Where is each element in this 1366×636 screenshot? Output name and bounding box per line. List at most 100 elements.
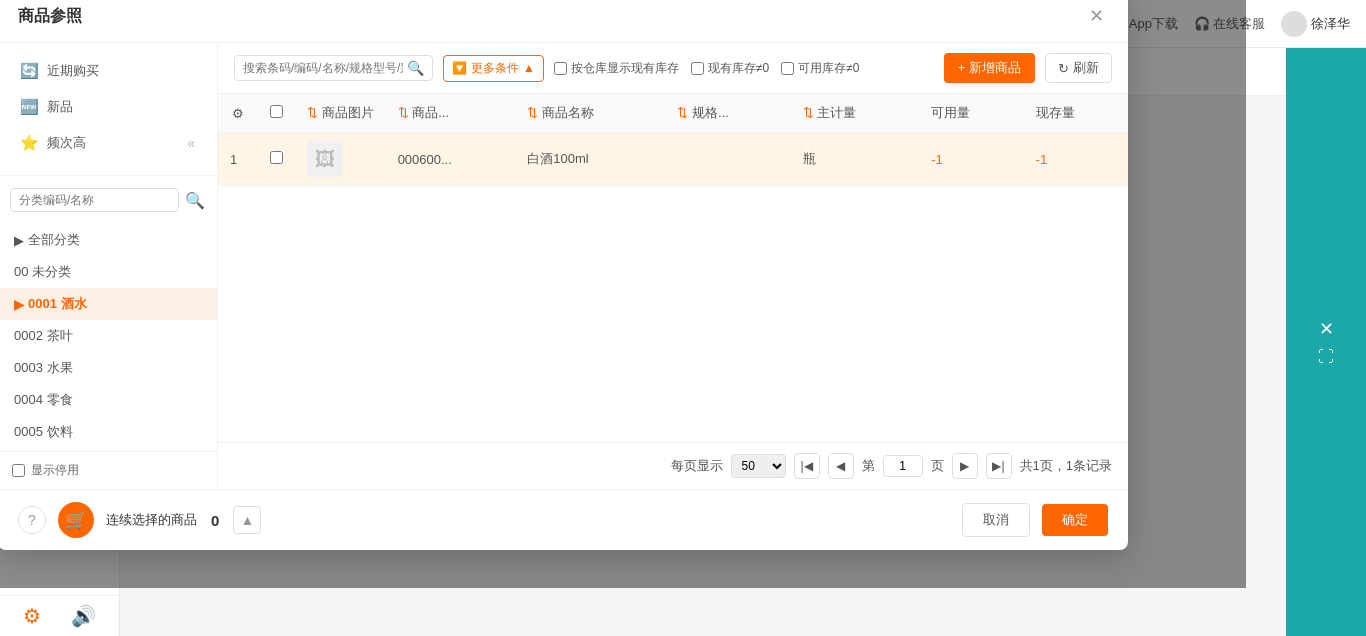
category-0005-label: 0005 饮料 <box>14 423 73 441</box>
confirm-button[interactable]: 确定 <box>1042 504 1108 536</box>
new-icon: 🆕 <box>20 98 39 116</box>
spec-col-label: 规格... <box>692 105 729 120</box>
user-item: 徐泽华 <box>1281 11 1350 37</box>
category-0001-label: 0001 酒水 <box>28 295 87 313</box>
checkbox-group: 按仓库显示现有库存 现有库存≠0 可用库存≠0 <box>554 60 860 77</box>
available-stock-checkbox[interactable] <box>781 62 794 75</box>
add-product-button[interactable]: + 新增商品 <box>944 53 1035 83</box>
new-items-label: 新品 <box>47 98 73 116</box>
right-teal-panel: ✕ ⛶ <box>1286 48 1366 636</box>
row-unit-cell: 瓶 <box>791 133 920 186</box>
filter-button[interactable]: 🔽 更多条件 ▲ <box>443 55 544 82</box>
code-column-header: ⇅ 商品... <box>386 94 516 133</box>
checkbox-column-header[interactable] <box>258 94 295 133</box>
product-search-icon[interactable]: 🔍 <box>407 60 424 76</box>
expand-icon2: ⛶ <box>1318 348 1334 366</box>
available-column-header: 可用量 <box>919 94 1023 133</box>
select-all-checkbox[interactable] <box>270 105 283 118</box>
display-disabled-checkbox[interactable] <box>12 464 25 477</box>
row-name-cell: 白酒100ml <box>515 133 665 186</box>
table-body: 1 🖼 000600... 白酒100ml 瓶 <box>218 133 1128 186</box>
category-search-row: 🔍 <box>0 180 217 220</box>
page-number-input[interactable] <box>883 455 923 477</box>
recent-purchase-label: 近期购买 <box>47 62 99 80</box>
category-0002[interactable]: 0002 茶叶 <box>0 320 217 352</box>
toolbar: 🔍 🔽 更多条件 ▲ 按仓库显示现有库存 <box>218 43 1128 94</box>
warehouse-stock-checkbox[interactable] <box>554 62 567 75</box>
image-column-header: ⇅ 商品图片 <box>295 94 386 133</box>
row-code-cell: 000600... <box>386 133 516 186</box>
frequent-icon: ⭐ <box>20 134 39 152</box>
last-page-button[interactable]: ▶| <box>986 453 1012 479</box>
row-spec-cell <box>665 133 790 186</box>
row-checkbox-cell[interactable] <box>258 133 295 186</box>
collapse-cart-button[interactable]: ▲ <box>233 506 261 534</box>
all-category-label: 全部分类 <box>28 231 80 249</box>
current-stock-label: 现有库存≠0 <box>708 60 769 77</box>
current-stock-checkbox[interactable] <box>691 62 704 75</box>
category-0001-arrow: ▶ <box>14 297 24 312</box>
row-index-cell: 1 <box>218 133 258 186</box>
product-search-input[interactable] <box>243 61 403 75</box>
refresh-icon: ↻ <box>1058 61 1069 76</box>
cart-label: 连续选择的商品 <box>106 511 197 529</box>
stock-column-header: 现存量 <box>1024 94 1128 133</box>
refresh-button[interactable]: ↻ 刷新 <box>1045 53 1112 83</box>
modal-dialog: 商品参照 ✕ 🔄 近期购买 🆕 新品 ⭐ 频次高 <box>0 0 1128 550</box>
warehouse-stock-label: 按仓库显示现有库存 <box>571 60 679 77</box>
cart-count: 0 <box>211 512 219 529</box>
new-items-item[interactable]: 🆕 新品 <box>10 91 205 123</box>
category-all[interactable]: ▶ 全部分类 <box>0 224 217 256</box>
category-0004-label: 0004 零食 <box>14 391 73 409</box>
modal-footer: ? 🛒 连续选择的商品 0 ▲ 取消 确定 <box>0 489 1128 550</box>
modal-header: 商品参照 ✕ <box>0 0 1128 43</box>
category-00[interactable]: 00 未分类 <box>0 256 217 288</box>
row-image-cell: 🖼 <box>295 133 386 186</box>
available-stock-checkbox-item[interactable]: 可用库存≠0 <box>781 60 859 77</box>
stock-col-label: 现存量 <box>1036 105 1075 120</box>
unit-col-label: 主计量 <box>817 105 856 120</box>
gear-column-header[interactable]: ⚙ <box>218 94 258 133</box>
help-button[interactable]: ? <box>18 506 46 534</box>
cart-button[interactable]: 🛒 <box>58 502 94 538</box>
per-page-select[interactable]: 50 10 20 100 <box>731 454 786 478</box>
refresh-label: 刷新 <box>1073 59 1099 77</box>
avatar <box>1281 11 1307 37</box>
name-col-sort-icon: ⇅ <box>527 105 538 120</box>
filter-up-icon: ▲ <box>523 61 535 75</box>
row-checkbox[interactable] <box>270 151 283 164</box>
filter-label: 更多条件 <box>471 60 519 77</box>
recent-purchase-item[interactable]: 🔄 近期购买 <box>10 55 205 87</box>
modal-close-button[interactable]: ✕ <box>1084 4 1108 28</box>
all-arrow-icon: ▶ <box>14 233 24 248</box>
unit-col-sort-icon: ⇅ <box>803 105 814 120</box>
category-0005[interactable]: 0005 饮料 <box>0 416 217 448</box>
unit-column-header: ⇅ 主计量 <box>791 94 920 133</box>
image-col-sort-icon: ⇅ <box>307 105 318 120</box>
speaker-icon: 🔊 <box>71 604 96 628</box>
header-row: ⚙ ⇅ 商品图片 ⇅ 商品... <box>218 94 1128 133</box>
code-col-label: 商品... <box>412 105 449 120</box>
category-search-input[interactable] <box>10 188 179 212</box>
category-0002-label: 0002 茶叶 <box>14 327 73 345</box>
total-info-label: 共1页，1条记录 <box>1020 457 1112 475</box>
current-stock-checkbox-item[interactable]: 现有库存≠0 <box>691 60 769 77</box>
first-page-button[interactable]: |◀ <box>794 453 820 479</box>
modal-title: 商品参照 <box>18 6 82 27</box>
settings-bottom-icon: ⚙ <box>23 604 41 628</box>
name-col-label: 商品名称 <box>542 105 594 120</box>
category-search-icon[interactable]: 🔍 <box>185 191 205 210</box>
warehouse-stock-checkbox-item[interactable]: 按仓库显示现有库存 <box>554 60 679 77</box>
prev-page-button[interactable]: ◀ <box>828 453 854 479</box>
frequent-item[interactable]: ⭐ 频次高 « <box>10 127 205 159</box>
spec-col-sort-icon: ⇅ <box>677 105 688 120</box>
category-0001[interactable]: ▶ 0001 酒水 <box>0 288 217 320</box>
cancel-button[interactable]: 取消 <box>962 503 1030 537</box>
name-column-header: ⇅ 商品名称 <box>515 94 665 133</box>
next-page-button[interactable]: ▶ <box>952 453 978 479</box>
available-stock-label: 可用库存≠0 <box>798 60 859 77</box>
table-row[interactable]: 1 🖼 000600... 白酒100ml 瓶 <box>218 133 1128 186</box>
category-0004[interactable]: 0004 零食 <box>0 384 217 416</box>
category-0003[interactable]: 0003 水果 <box>0 352 217 384</box>
page-suffix: 页 <box>931 457 944 475</box>
